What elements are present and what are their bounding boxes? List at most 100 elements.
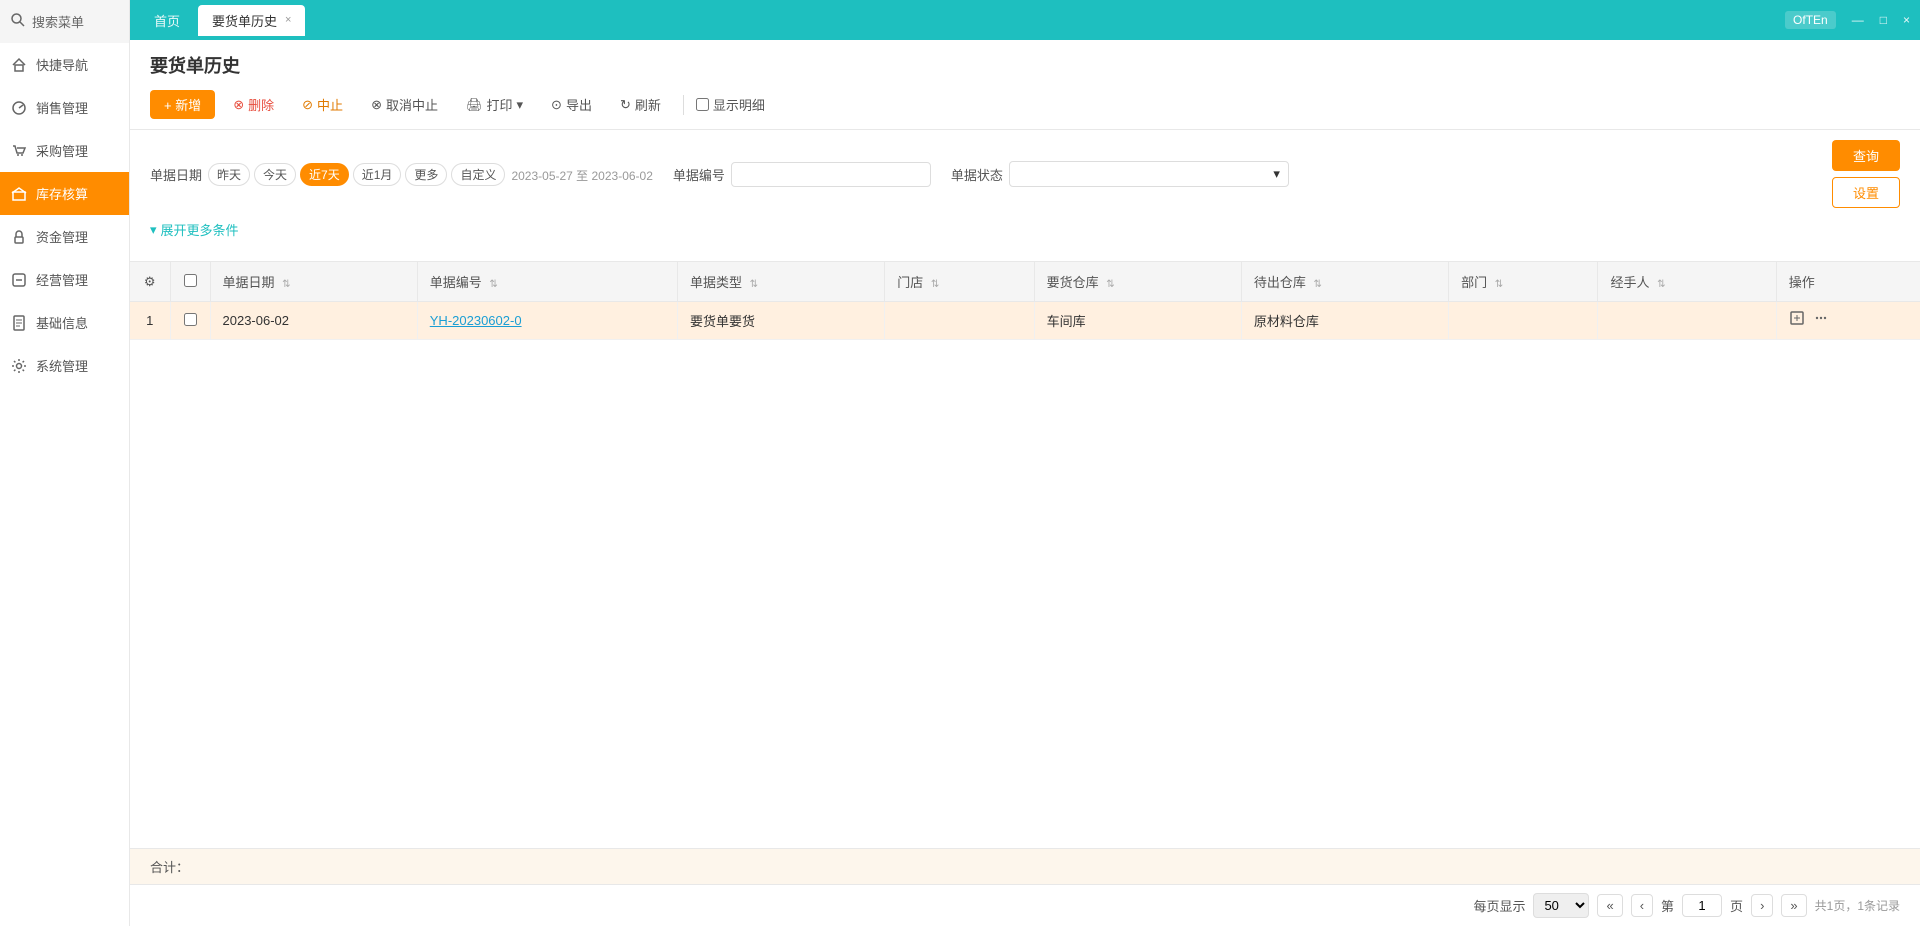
settings-button[interactable]: 设置 [1832, 177, 1900, 208]
tab-home[interactable]: 首页 [140, 5, 194, 36]
expand-label: 展开更多条件 [161, 220, 239, 239]
settings-icon [10, 357, 28, 375]
row-more-icon[interactable] [1813, 310, 1829, 331]
col-bill-date-label: 单据日期 [223, 275, 275, 290]
prev-page-btn[interactable]: ‹ [1631, 894, 1653, 917]
page-number-input[interactable] [1682, 894, 1722, 917]
col-pending-warehouse-label: 待出仓库 [1254, 275, 1306, 290]
refresh-icon: ↻ [620, 97, 631, 113]
sidebar-item-sys-mgmt[interactable]: 系统管理 [0, 344, 129, 387]
date-btn-1month[interactable]: 近1月 [353, 163, 402, 186]
page-size-label: 每页显示 [1473, 896, 1525, 915]
date-btn-today[interactable]: 今天 [254, 163, 296, 186]
expand-icon: ▾ [150, 222, 157, 238]
filter-row-1: 单据日期 昨天 今天 近7天 近1月 更多 自定义 2023-05-27 至 2… [150, 140, 1900, 208]
next-page-btn[interactable]: › [1751, 894, 1773, 917]
tab-close-icon[interactable]: × [285, 14, 291, 26]
sidebar-item-sales-mgmt[interactable]: 销售管理 [0, 86, 129, 129]
last-page-btn[interactable]: » [1781, 894, 1806, 917]
table-container[interactable]: ⚙ 单据日期 ⇅ 单据编号 ⇅ 单据类型 ⇅ [130, 262, 1920, 848]
export-button[interactable]: ⊙ 导出 [541, 91, 602, 118]
new-button[interactable]: + 新增 [150, 90, 215, 119]
cancel-stop-label: 取消中止 [386, 95, 438, 114]
row-pending-warehouse-value: 原材料仓库 [1254, 314, 1319, 329]
table-header-row: ⚙ 单据日期 ⇅ 单据编号 ⇅ 单据类型 ⇅ [130, 262, 1920, 302]
col-pending-warehouse[interactable]: 待出仓库 ⇅ [1241, 262, 1448, 302]
bill-status-dropdown[interactable]: ▾ [1009, 161, 1289, 187]
sort-icon-bill-no: ⇅ [489, 279, 497, 290]
bill-no-input[interactable] [731, 162, 931, 187]
query-button[interactable]: 查询 [1832, 140, 1900, 171]
pagination: 每页显示 20 50 100 « ‹ 第 页 › » 共1页，1条记录 [130, 884, 1920, 926]
window-close-icon[interactable]: × [1903, 13, 1910, 27]
window-max-icon[interactable]: □ [1880, 13, 1887, 27]
table-row[interactable]: 1 2023-06-02 YH-20230602-0 要货单要货 [130, 302, 1920, 340]
display-detail-text: 显示明细 [713, 95, 765, 114]
col-settings[interactable]: ⚙ [130, 262, 170, 302]
first-page-btn[interactable]: « [1597, 894, 1622, 917]
sidebar-item-inventory-calc[interactable]: 库存核算 [0, 172, 129, 215]
row-bill-type: 要货单要货 [677, 302, 884, 340]
chart-icon [10, 99, 28, 117]
goto-prefix: 第 [1661, 896, 1674, 915]
date-btn-7days[interactable]: 近7天 [300, 163, 349, 186]
sidebar-item-ops-mgmt[interactable]: 经营管理 [0, 258, 129, 301]
col-store[interactable]: 门店 ⇅ [885, 262, 1034, 302]
col-bill-no-label: 单据编号 [430, 275, 482, 290]
col-bill-type[interactable]: 单据类型 ⇅ [677, 262, 884, 302]
sidebar-item-label: 销售管理 [36, 98, 88, 117]
col-checkbox[interactable] [170, 262, 210, 302]
row-bill-no-link[interactable]: YH-20230602-0 [430, 313, 522, 328]
row-req-warehouse: 车间库 [1034, 302, 1241, 340]
export-icon: ⊙ [551, 97, 562, 113]
sort-icon-bill-type: ⇅ [750, 279, 758, 290]
display-detail-label[interactable]: 显示明细 [696, 95, 765, 114]
tab-history[interactable]: 要货单历史 × [198, 5, 305, 36]
row-req-warehouse-value: 车间库 [1047, 314, 1086, 329]
display-detail-checkbox[interactable] [696, 98, 709, 111]
row-index-value: 1 [146, 313, 153, 328]
cancel-stop-button[interactable]: ⊗ 取消中止 [361, 91, 448, 118]
sidebar-item-finance-mgmt[interactable]: 资金管理 [0, 215, 129, 258]
topbar: 首页 要货单历史 × OfTEn — □ × [130, 0, 1920, 40]
window-min-icon[interactable]: — [1852, 13, 1864, 27]
row-bill-no[interactable]: YH-20230602-0 [417, 302, 677, 340]
ops-icon [10, 271, 28, 289]
date-btn-yesterday[interactable]: 昨天 [208, 163, 250, 186]
cancel-stop-icon: ⊗ [371, 97, 382, 113]
sidebar-item-quick-nav[interactable]: 快捷导航 [0, 43, 129, 86]
stop-label: 中止 [317, 95, 343, 114]
sidebar-item-purchase-mgmt[interactable]: 采购管理 [0, 129, 129, 172]
col-bill-date[interactable]: 单据日期 ⇅ [210, 262, 417, 302]
page-size-select[interactable]: 20 50 100 [1533, 893, 1589, 918]
doc-icon [10, 314, 28, 332]
sidebar-item-label: 经营管理 [36, 270, 88, 289]
print-label: 打印 [487, 95, 513, 114]
sort-icon-req-warehouse: ⇅ [1106, 279, 1114, 290]
col-handler[interactable]: 经手人 ⇅ [1598, 262, 1776, 302]
refresh-button[interactable]: ↻ 刷新 [610, 91, 671, 118]
col-bill-no[interactable]: 单据编号 ⇅ [417, 262, 677, 302]
summary-label: 合计： [150, 857, 189, 876]
select-all-checkbox[interactable] [184, 274, 197, 287]
sidebar-search[interactable]: 搜索菜单 [0, 0, 129, 43]
print-button[interactable]: 🖨 打印 ▾ [456, 91, 533, 118]
stop-button[interactable]: ⊘ 中止 [292, 91, 353, 118]
row-edit-icon[interactable] [1789, 310, 1805, 331]
row-checkbox[interactable] [184, 313, 197, 326]
row-dept [1449, 302, 1598, 340]
main-content: 首页 要货单历史 × OfTEn — □ × 要货单历史 + 新增 ⊗ 删除 ⊘… [130, 0, 1920, 926]
expand-conditions-btn[interactable]: ▾ 展开更多条件 [150, 216, 239, 243]
sidebar-item-label: 库存核算 [36, 184, 88, 203]
often-label: OfTEn [1785, 11, 1836, 29]
col-dept-label: 部门 [1461, 275, 1487, 290]
date-btn-custom[interactable]: 自定义 [451, 163, 505, 186]
col-req-warehouse[interactable]: 要货仓库 ⇅ [1034, 262, 1241, 302]
sidebar-item-basic-info[interactable]: 基础信息 [0, 301, 129, 344]
col-dept[interactable]: 部门 ⇅ [1449, 262, 1598, 302]
date-btn-more[interactable]: 更多 [405, 163, 447, 186]
delete-button[interactable]: ⊗ 删除 [223, 91, 284, 118]
filter-bill-status-item: 单据状态 ▾ [951, 161, 1289, 187]
row-store [885, 302, 1034, 340]
row-checkbox-cell[interactable] [170, 302, 210, 340]
